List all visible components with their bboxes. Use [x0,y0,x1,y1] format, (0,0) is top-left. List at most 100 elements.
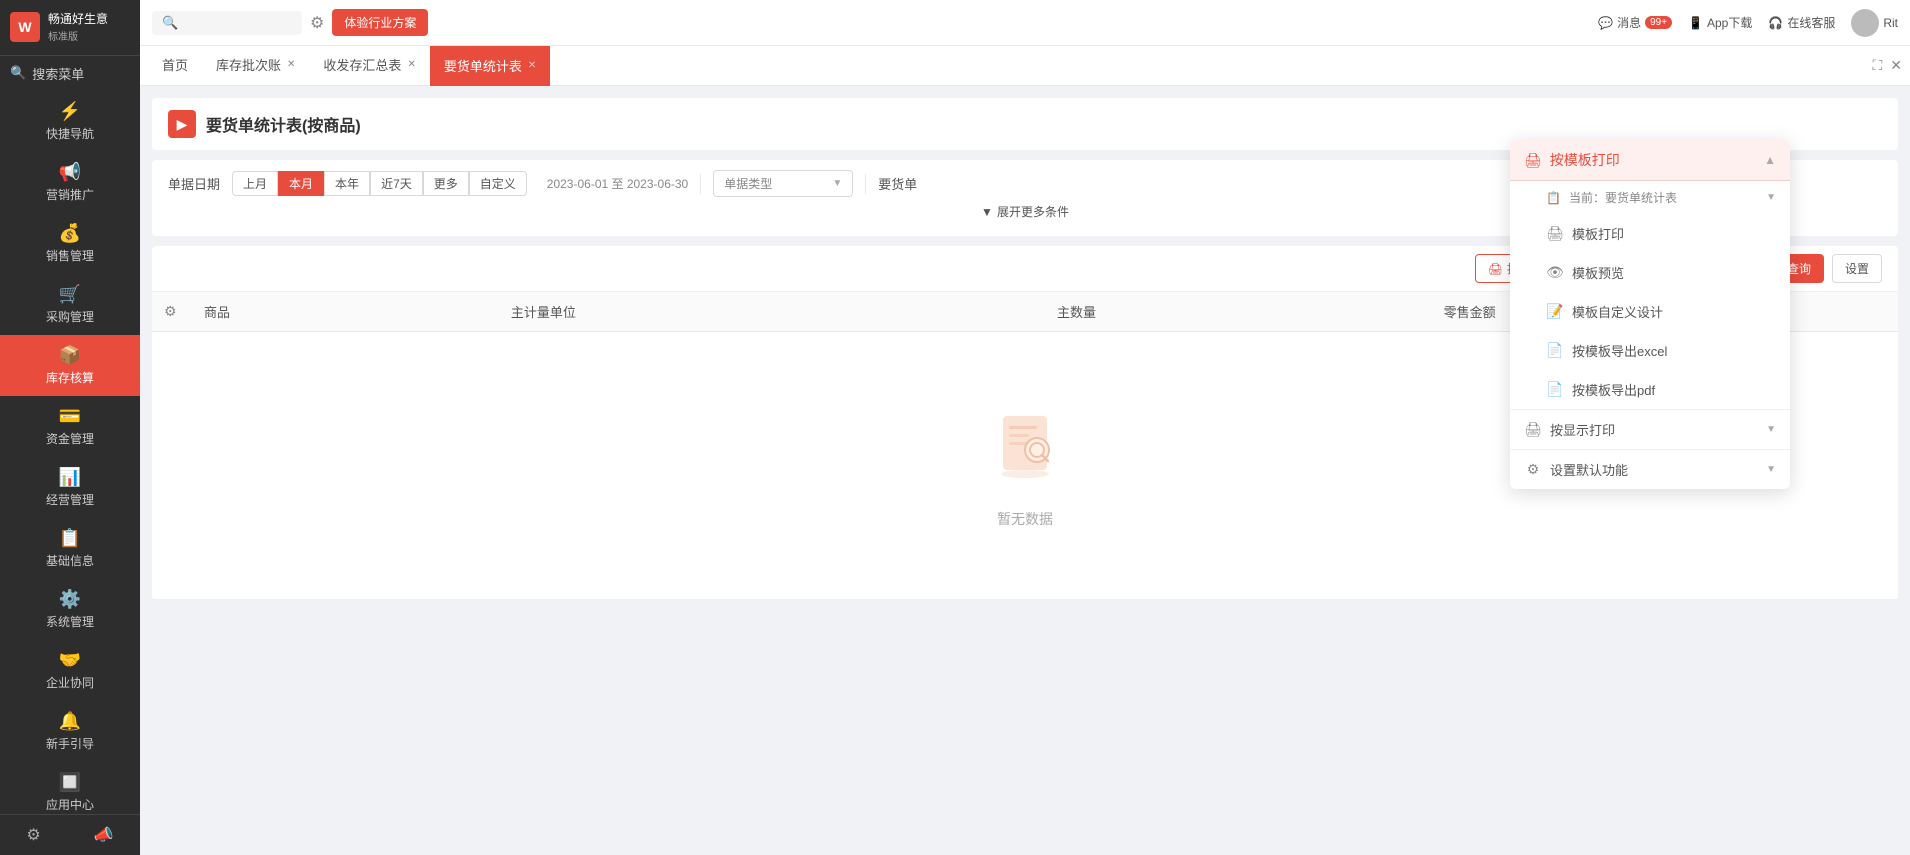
tab-order-stats-close[interactable]: ✕ [528,60,536,71]
col-unit: 主计量单位 [499,292,1045,332]
sidebar-icon-sales: 💰 [59,223,81,244]
phone-icon: 📱 [1688,16,1703,30]
date-btn-current-month[interactable]: 本月 [278,171,324,196]
sidebar-label-collab: 企业协同 [46,674,94,691]
dropdown-item-template-preview[interactable]: 👁 模板预览 [1510,253,1790,292]
sidebar-item-apps[interactable]: 🔲 应用中心 [0,762,140,814]
tab-batch-account[interactable]: 库存批次账 ✕ [202,46,309,86]
sidebar-label-operation: 经营管理 [46,491,94,508]
col-quantity: 主数量 [1045,292,1432,332]
sidebar-icon-purchase: 🛒 [59,284,81,305]
tab-batch-account-close[interactable]: ✕ [287,59,295,70]
tab-receipt-summary-close[interactable]: ✕ [407,59,415,70]
empty-icon [985,402,1065,497]
sidebar-label-sales: 销售管理 [46,247,94,264]
topbar-search-box[interactable]: 🔍 [152,11,302,35]
tab-batch-account-label: 库存批次账 [216,55,281,74]
topbar-app-download[interactable]: 📱 App下载 [1688,14,1752,31]
topbar-left: 🔍 ⚙ 体验行业方案 [152,9,428,36]
sidebar-search-item[interactable]: 🔍 搜索菜单 [0,56,140,91]
template-export-excel-label: 按模板导出excel [1572,341,1667,360]
sidebar-label-marketing: 营销推广 [46,186,94,203]
sidebar-item-finance[interactable]: 💳 资金管理 [0,396,140,457]
sidebar-item-marketing[interactable]: 📢 营销推广 [0,152,140,213]
date-btn-more[interactable]: 更多 [423,171,469,196]
settings-btn[interactable]: 设置 [1832,254,1882,283]
table-settings-icon[interactable]: ⚙ [164,303,177,319]
dropdown-item-template-export-pdf[interactable]: 📄 按模板导出pdf [1510,370,1790,409]
sidebar-label-basic: 基础信息 [46,552,94,569]
sidebar-item-guide[interactable]: 🔔 新手引导 [0,701,140,762]
sidebar-nav: ⚡ 快捷导航 📢 营销推广 💰 销售管理 🛒 采购管理 📦 库存核算 💳 资金管… [0,91,140,814]
sidebar-icon-inventory: 📦 [59,345,81,366]
sidebar-speaker-icon[interactable]: 📣 [94,825,114,845]
page-back-btn[interactable]: ▶ [168,110,196,138]
set-default-label: 设置默认功能 [1550,460,1628,479]
sidebar-icon-finance: 💳 [59,406,81,427]
sidebar-icon-marketing: 📢 [59,162,81,183]
topbar-user[interactable]: Rit [1851,9,1898,37]
type-filter-select[interactable]: 单据类型 ▼ [713,170,853,197]
expand-label: 展开更多条件 [997,203,1069,220]
set-default-icon: ⚙ [1524,461,1542,478]
sidebar-label-inventory: 库存核算 [46,369,94,386]
sidebar-settings-icon[interactable]: ⚙ [26,825,40,845]
sidebar-icon-operation: 📊 [59,467,81,488]
sidebar-icon-guide: 🔔 [59,711,81,732]
date-btn-prev-month[interactable]: 上月 [232,171,278,196]
logo-icon: W [10,12,40,42]
tab-maximize-icon[interactable]: ⛶ [1872,57,1882,74]
topbar-online-service[interactable]: 🎧 在线客服 [1768,14,1835,31]
sidebar-item-sales[interactable]: 💰 销售管理 [0,213,140,274]
col-settings[interactable]: ⚙ [152,292,192,332]
settings-btn-label: 设置 [1845,260,1869,277]
empty-text: 暂无数据 [997,509,1053,529]
dropdown-chevron-up-icon[interactable]: ▲ [1764,153,1776,167]
sidebar-search-label: 搜索菜单 [32,64,84,83]
topbar-search-input[interactable] [184,16,284,30]
dropdown-item-template-export-excel[interactable]: 📄 按模板导出excel [1510,331,1790,370]
message-icon: 💬 [1598,16,1613,30]
sidebar-bottom: ⚙ 📣 [0,814,140,855]
topbar-right: 💬 消息 99+ 📱 App下载 🎧 在线客服 Rit [1598,9,1898,37]
topbar-messages[interactable]: 💬 消息 99+ [1598,14,1672,31]
sidebar-icon-system: ⚙️ [59,589,81,610]
topbar-gear-icon[interactable]: ⚙ [310,13,324,33]
dropdown-menu: 🖨 按模板打印 ▲ 📋 当前：要货单统计表 ▼ 🖨 模板打印 👁 模板预览 📝 … [1510,140,1790,489]
sidebar-item-operation[interactable]: 📊 经营管理 [0,457,140,518]
sidebar-label-guide: 新手引导 [46,735,94,752]
sidebar-label-purchase: 采购管理 [46,308,94,325]
sidebar-item-quick-nav[interactable]: ⚡ 快捷导航 [0,91,140,152]
eye-icon-item: 👁 [1546,264,1564,281]
display-print-chevron-icon: ▼ [1766,424,1776,435]
sidebar-item-basic[interactable]: 📋 基础信息 [0,518,140,579]
tab-order-stats[interactable]: 要货单统计表 ✕ [430,46,550,86]
tab-receipt-summary[interactable]: 收发存汇总表 ✕ [309,46,429,86]
template-design-label: 模板自定义设计 [1572,302,1663,321]
tab-home[interactable]: 首页 [148,46,202,86]
order-filter-label: 要货单 [878,174,917,193]
dropdown-section-set-default[interactable]: ⚙ 设置默认功能 ▼ [1510,449,1790,489]
sidebar-item-collab[interactable]: 🤝 企业协同 [0,640,140,701]
dropdown-item-template-print[interactable]: 🖨 模板打印 [1510,214,1790,253]
template-preview-label: 模板预览 [1572,263,1624,282]
pdf-icon-item: 📄 [1546,381,1564,398]
col-product: 商品 [192,292,499,332]
sidebar-item-inventory[interactable]: 📦 库存核算 [0,335,140,396]
dropdown-item-template-design[interactable]: 📝 模板自定义设计 [1510,292,1790,331]
logo-text: 畅通好生意 标准版 [48,12,108,43]
tab-close-all-icon[interactable]: ✕ [1890,57,1902,74]
sidebar-item-purchase[interactable]: 🛒 采购管理 [0,274,140,335]
date-btn-custom[interactable]: 自定义 [469,171,527,196]
date-btn-7days[interactable]: 近7天 [370,171,423,196]
query-btn-label: 查询 [1787,260,1811,277]
date-btn-current-year[interactable]: 本年 [324,171,370,196]
sidebar-logo: W 畅通好生意 标准版 [0,0,140,56]
dropdown-section-display-print[interactable]: 🖨 按显示打印 ▼ [1510,409,1790,449]
dropdown-current-template[interactable]: 📋 当前：要货单统计表 ▼ [1510,181,1790,214]
industry-btn[interactable]: 体验行业方案 [332,9,428,36]
online-service-label: 在线客服 [1787,14,1835,31]
tab-receipt-summary-label: 收发存汇总表 [323,55,401,74]
sidebar-item-system[interactable]: ⚙️ 系统管理 [0,579,140,640]
expand-icon: ▼ [981,205,993,219]
